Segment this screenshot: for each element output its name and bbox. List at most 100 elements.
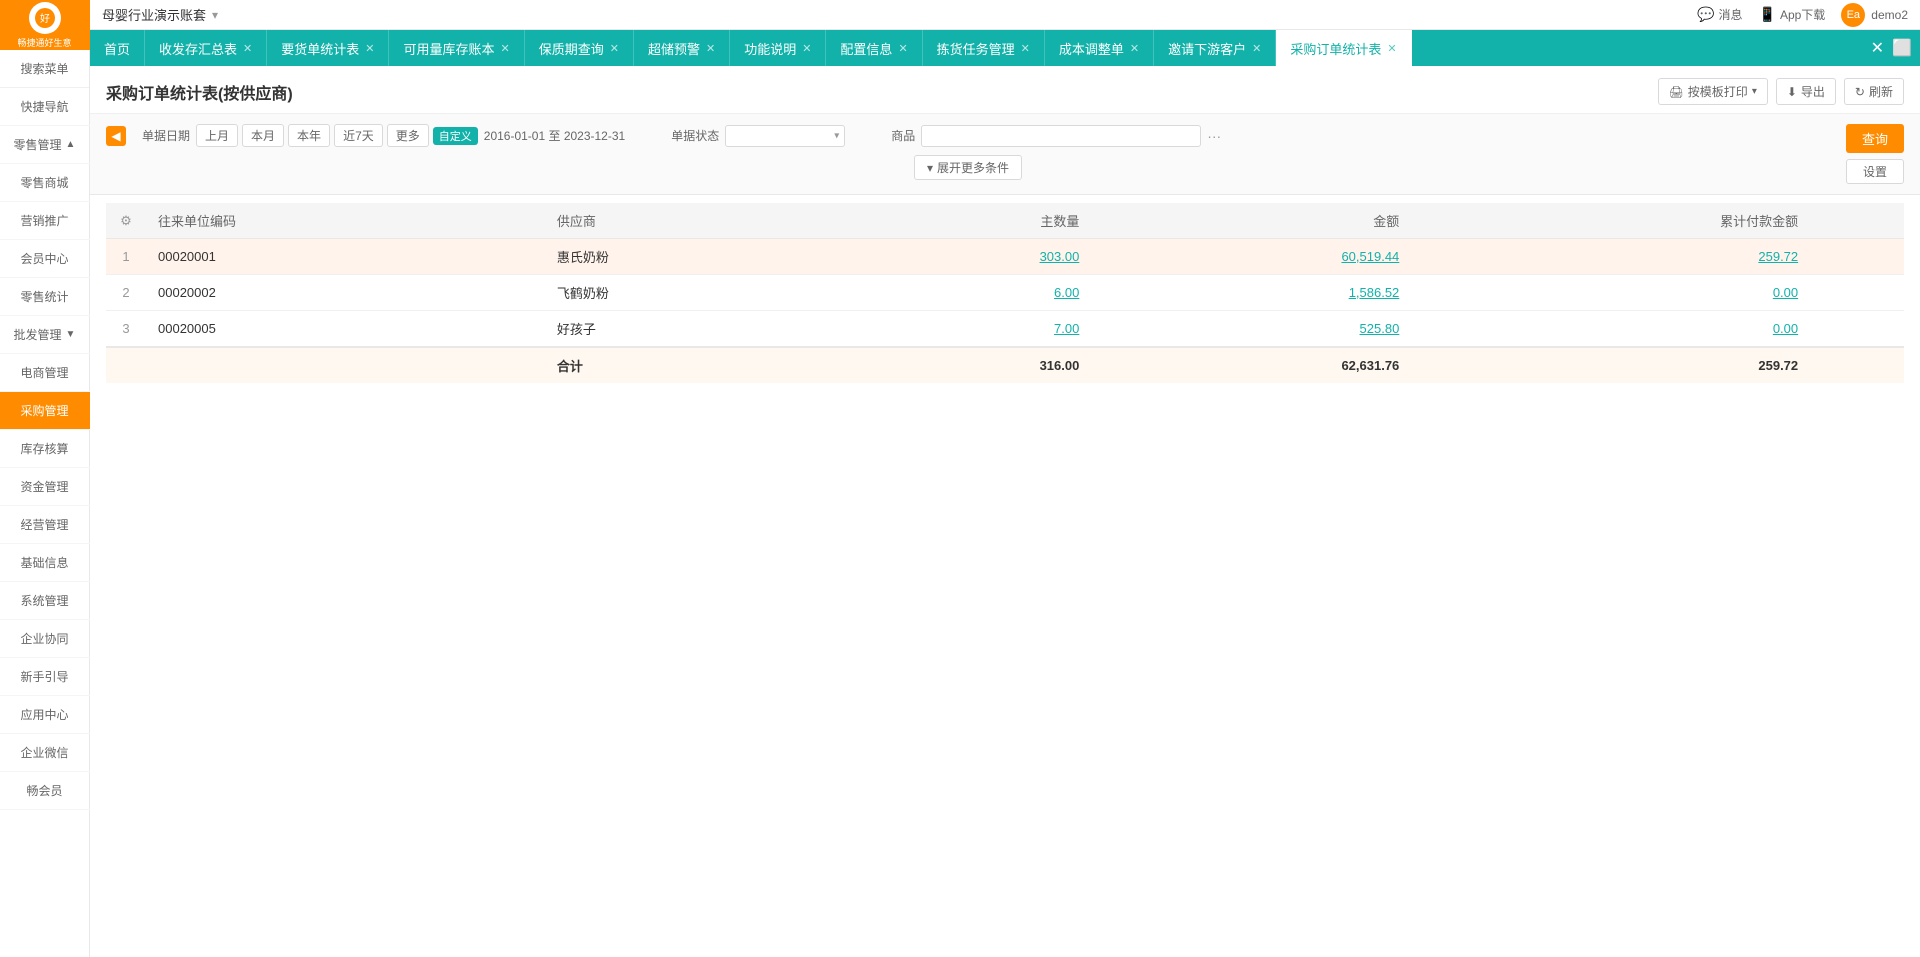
export-button[interactable]: ⬇ 导出 [1776, 78, 1836, 105]
sidebar-item-finance[interactable]: 资金管理 [0, 468, 90, 506]
sidebar-item-retail-shop[interactable]: 零售商城 [0, 164, 90, 202]
sidebar-item-ecommerce[interactable]: 电商管理 [0, 354, 90, 392]
close-icon[interactable]: ✕ [1021, 42, 1030, 55]
message-icon: 💬 [1697, 6, 1714, 23]
sidebar-item-system[interactable]: 系统管理 [0, 582, 90, 620]
tab-home[interactable]: 首页 [90, 30, 145, 66]
close-icon[interactable]: ✕ [706, 42, 715, 55]
tab-config[interactable]: 配置信息 ✕ [826, 30, 922, 66]
settings-button[interactable]: 设置 [1846, 159, 1904, 184]
sidebar-item-operations[interactable]: 经营管理 [0, 506, 90, 544]
date-btn-7days[interactable]: 近7天 [334, 124, 383, 147]
cell-amount-3[interactable]: 525.80 [1091, 311, 1411, 348]
sidebar-item-member2[interactable]: 畅会员 [0, 772, 90, 810]
col-extra [1810, 203, 1904, 239]
more-options-icon[interactable]: ··· [1207, 128, 1221, 144]
query-button[interactable]: 查询 [1846, 124, 1904, 153]
footer-paid: 259.72 [1411, 347, 1810, 383]
cell-amount-2[interactable]: 1,586.52 [1091, 275, 1411, 311]
status-select[interactable] [725, 125, 845, 147]
table-row: 1 00020001 惠氏奶粉 303.00 60,519.44 259.72 [106, 239, 1904, 275]
close-icon[interactable]: ✕ [610, 42, 619, 55]
account-dropdown-icon[interactable]: ▾ [212, 8, 218, 22]
logo-label: 畅捷通好生意 [17, 36, 71, 49]
close-icon[interactable]: ✕ [365, 42, 374, 55]
footer-extra [1810, 347, 1904, 383]
sidebar-item-search[interactable]: 搜索菜单 [0, 50, 89, 88]
tab-purchase-order-stats[interactable]: 采购订单统计表 ✕ [1276, 30, 1411, 66]
sidebar-item-wechat[interactable]: 企业微信 [0, 734, 90, 772]
cell-amount-1[interactable]: 60,519.44 [1091, 239, 1411, 275]
sidebar-item-wholesale[interactable]: 批发管理 ▼ [0, 316, 90, 354]
tab-function[interactable]: 功能说明 ✕ [730, 30, 826, 66]
chevron-down-icon-2: ▼ [66, 329, 76, 340]
tab-expiry[interactable]: 保质期查询 ✕ [525, 30, 634, 66]
print-icon: 🖨 [1669, 85, 1684, 99]
cell-qty-3[interactable]: 7.00 [842, 311, 1091, 348]
tab-order-stats[interactable]: 要货单统计表 ✕ [267, 30, 389, 66]
sidebar-item-purchase[interactable]: 采购管理 [0, 392, 90, 430]
goods-input[interactable] [921, 125, 1201, 147]
sidebar-item-marketing[interactable]: 营销推广 [0, 202, 90, 240]
date-btn-this-month[interactable]: 本月 [242, 124, 284, 147]
footer-label: 合计 [545, 347, 842, 383]
close-icon[interactable]: ✕ [802, 42, 811, 55]
print-dropdown-icon[interactable]: ▾ [1752, 86, 1757, 97]
close-window-icon[interactable]: ✕ [1871, 38, 1884, 58]
sidebar-item-basic-info[interactable]: 基础信息 [0, 544, 90, 582]
col-qty: 主数量 [842, 203, 1091, 239]
sidebar-item-guide[interactable]: 新手引导 [0, 658, 90, 696]
tab-picking[interactable]: 拣货任务管理 ✕ [923, 30, 1045, 66]
date-btn-last-month[interactable]: 上月 [196, 124, 238, 147]
custom-badge: 自定义 [433, 127, 478, 145]
print-button[interactable]: 🖨 按模板打印 ▾ [1658, 78, 1768, 105]
sidebar-item-retail-management[interactable]: 零售管理 ▲ [0, 126, 90, 164]
main-area: 母婴行业演示账套 ▾ 💬 消息 📱 App下载 Ea demo2 首页 [90, 0, 1920, 957]
close-icon-active[interactable]: ✕ [1387, 42, 1396, 55]
footer-qty: 316.00 [842, 347, 1091, 383]
date-btn-more[interactable]: 更多 [387, 124, 429, 147]
app-download-button[interactable]: 📱 App下载 [1759, 6, 1826, 23]
tab-recv-send[interactable]: 收发存汇总表 ✕ [145, 30, 267, 66]
close-icon[interactable]: ✕ [898, 42, 907, 55]
sidebar-item-app-center[interactable]: 应用中心 [0, 696, 90, 734]
filter-area: ◀ 单据日期 上月 本月 本年 近7天 更多 自定义 [90, 114, 1920, 195]
table-settings-icon[interactable]: ⚙ [120, 213, 132, 228]
date-quick-buttons: 上月 本月 本年 近7天 更多 自定义 [196, 124, 478, 147]
refresh-button[interactable]: ↻ 刷新 [1844, 78, 1904, 105]
cell-extra-2 [1810, 275, 1904, 311]
sidebar-item-retail-stats[interactable]: 零售统计 [0, 278, 90, 316]
tab-invite-customer[interactable]: 邀请下游客户 ✕ [1154, 30, 1276, 66]
cell-paid-2[interactable]: 0.00 [1411, 275, 1810, 311]
filter-goods-item: 商品 ··· [891, 125, 1221, 147]
sidebar-item-quick-nav[interactable]: 快捷导航 [0, 88, 90, 126]
cell-paid-1[interactable]: 259.72 [1411, 239, 1810, 275]
account-selector-label: 母婴行业演示账套 [102, 5, 206, 24]
tab-overstock[interactable]: 超储预警 ✕ [634, 30, 730, 66]
table-row: 3 00020005 好孩子 7.00 525.80 0.00 [106, 311, 1904, 348]
maximize-icon[interactable]: ⬜ [1892, 38, 1912, 58]
sidebar-item-enterprise[interactable]: 企业协同 [0, 620, 90, 658]
cell-qty-2[interactable]: 6.00 [842, 275, 1091, 311]
tab-cost-adjust[interactable]: 成本调整单 ✕ [1045, 30, 1154, 66]
export-icon: ⬇ [1787, 85, 1797, 99]
cell-num-2: 2 [106, 275, 146, 311]
sidebar-item-inventory[interactable]: 库存核算 [0, 430, 90, 468]
chevron-down-icon: ▲ [66, 139, 76, 150]
date-btn-this-year[interactable]: 本年 [288, 124, 330, 147]
close-icon[interactable]: ✕ [243, 42, 252, 55]
sidebar-logo: 好 畅捷通好生意 [0, 0, 90, 50]
cell-qty-1[interactable]: 303.00 [842, 239, 1091, 275]
collapse-icon[interactable]: ◀ [106, 126, 126, 146]
page-header: 采购订单统计表(按供应商) 🖨 按模板打印 ▾ ⬇ 导出 ↻ 刷新 [90, 66, 1920, 114]
user-info[interactable]: Ea demo2 [1841, 3, 1908, 27]
message-button[interactable]: 💬 消息 [1697, 6, 1742, 23]
expand-button[interactable]: ▾ 展开更多条件 [914, 155, 1022, 180]
close-icon[interactable]: ✕ [501, 42, 510, 55]
cell-paid-3[interactable]: 0.00 [1411, 311, 1810, 348]
close-icon[interactable]: ✕ [1130, 42, 1139, 55]
sidebar-item-member[interactable]: 会员中心 [0, 240, 90, 278]
expand-row: ▾ 展开更多条件 [106, 155, 1830, 180]
close-icon[interactable]: ✕ [1252, 42, 1261, 55]
tab-avail-inventory[interactable]: 可用量库存账本 ✕ [389, 30, 524, 66]
